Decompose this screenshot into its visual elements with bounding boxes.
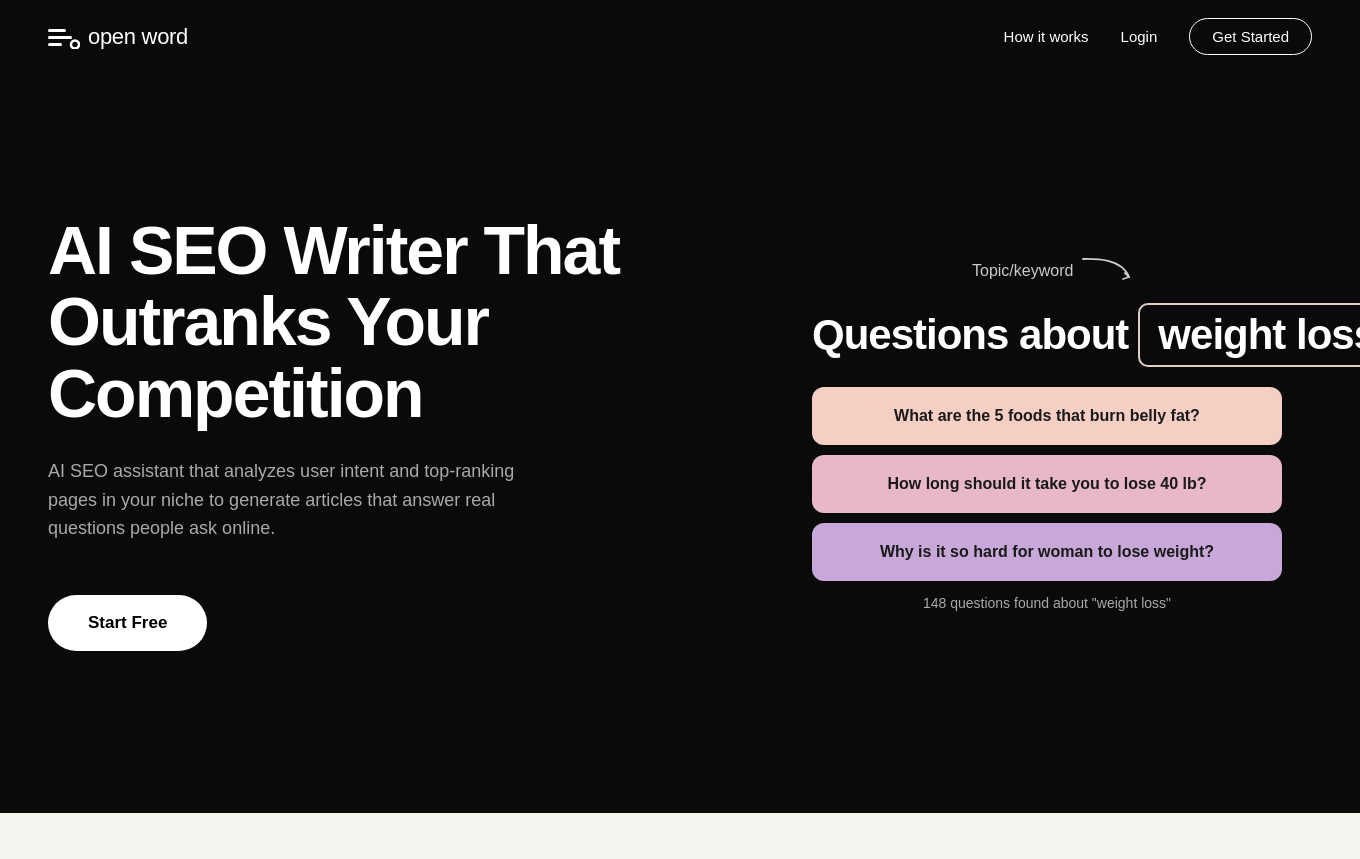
logo-text: open word [88,24,188,50]
svg-rect-1 [48,36,72,39]
topic-label: Topic/keyword [972,262,1073,280]
svg-point-3 [71,40,79,48]
hero-title: AI SEO Writer That Outranks Your Competi… [48,215,628,429]
nav-links: How it works Login Get Started [1004,18,1312,55]
navbar: open word How it works Login Get Started [0,0,1360,73]
start-free-button[interactable]: Start Free [48,595,207,651]
logo-icon [48,25,80,49]
hero-right: Topic/keyword Questions about weight los… [812,255,1312,611]
svg-rect-2 [48,43,62,46]
questions-header: Questions about weight loss [812,303,1360,367]
question-cards: What are the 5 foods that burn belly fat… [812,387,1312,581]
nav-login[interactable]: Login [1121,28,1158,45]
keyword-pill: weight loss [1138,303,1360,367]
how-it-works-title: How it works [48,853,1312,859]
question-card-3: Why is it so hard for woman to lose weig… [812,523,1282,581]
how-it-works-section: How it works [0,813,1360,859]
hero-subtitle: AI SEO assistant that analyzes user inte… [48,457,528,543]
question-card-2: How long should it take you to lose 40 l… [812,455,1282,513]
svg-rect-0 [48,29,66,32]
logo[interactable]: open word [48,24,188,50]
arrow-icon [1081,255,1133,287]
topic-label-row: Topic/keyword [972,255,1133,287]
hero-section: AI SEO Writer That Outranks Your Competi… [0,73,1360,813]
nav-how-it-works[interactable]: How it works [1004,28,1089,45]
questions-count: 148 questions found about "weight loss" [812,595,1282,611]
question-card-1: What are the 5 foods that burn belly fat… [812,387,1282,445]
get-started-button[interactable]: Get Started [1189,18,1312,55]
hero-left: AI SEO Writer That Outranks Your Competi… [48,215,628,652]
questions-about-text: Questions about [812,311,1128,359]
